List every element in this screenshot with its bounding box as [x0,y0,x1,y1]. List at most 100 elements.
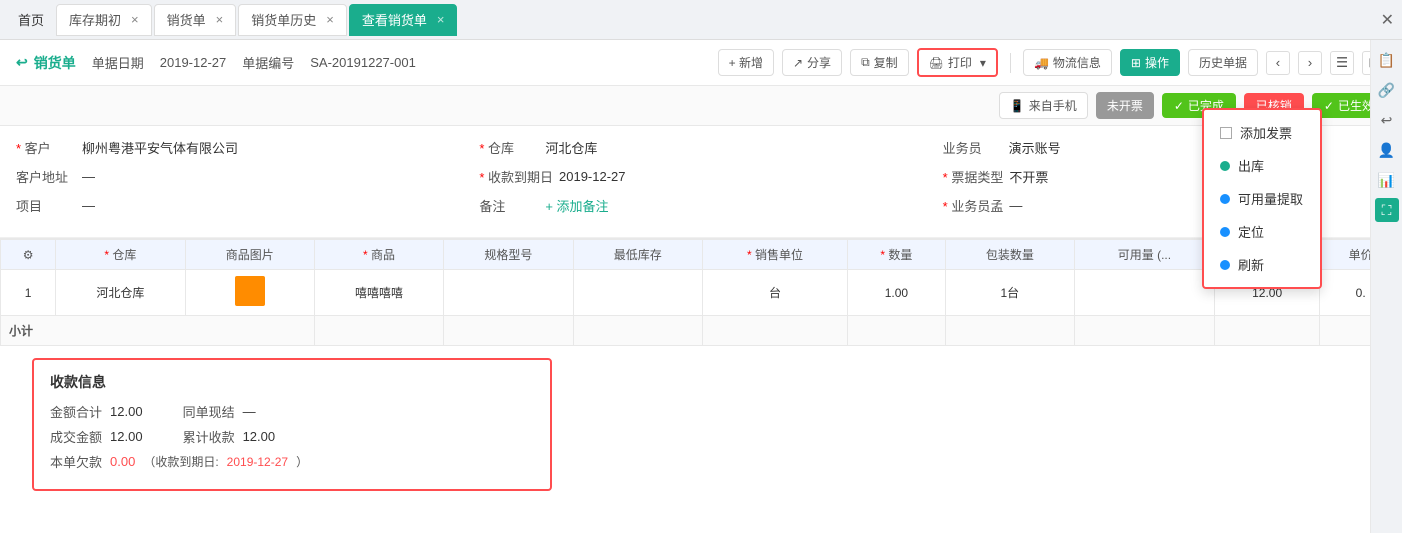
tab-home[interactable]: 首页 [8,4,54,35]
subtotal-label: 小计 [1,316,315,346]
mobile-icon: 📱 [1010,99,1025,113]
tab-bar: 首页 库存期初 × 销货单 × 销货单历史 × 查看销货单 × ✕ [0,0,1402,40]
dropdown-item-quantity[interactable]: 可用量提取 [1204,182,1320,215]
address-field: 客户地址 — [16,167,459,186]
nav-next[interactable]: › [1298,51,1322,75]
toolbar-row: 📱 来自手机 未开票 ✓ 已完成 已核销 ✓ 已生效 [0,86,1402,126]
subtotal-product [314,316,443,346]
table-row: 1 河北仓库 嘻嘻嘻嘻 台 1.00 1台 12.00 0. [1,270,1402,316]
tab-sales-history[interactable]: 销货单历史 × [238,4,347,36]
payment-row-2: 成交金额 12.00 累计收款 12.00 [50,427,534,446]
outbound-icon [1220,161,1230,171]
tab-view-sales[interactable]: 查看销货单 × [349,4,458,36]
table-header-row: ⚙ 仓库 商品图片 商品 规格型号 最低库存 销售单位 数量 包装数量 可用量 … [1,240,1402,270]
logistics-icon: 🚚 [1034,56,1049,70]
dropdown-item-add-invoice[interactable]: 添加发票 [1204,116,1320,149]
copy-label: 复制 [874,54,898,71]
sales-staff-label: 业务员孟 [943,196,1004,215]
project-field: 项目 — [16,196,459,215]
add-invoice-icon [1220,127,1232,139]
view-single[interactable]: ☰ [1330,51,1354,75]
share-button[interactable]: ↗ 分享 [782,49,842,76]
number-value: SA-20191227-001 [310,55,416,70]
effective-icon: ✓ [1324,99,1334,113]
dropdown-item-outbound[interactable]: 出库 [1204,149,1320,182]
copy-icon: ⧉ [861,55,870,70]
doc-header: ↩ 销货单 单据日期 2019-12-27 单据编号 SA-20191227-0… [0,40,1402,86]
sidebar-icon-user[interactable]: 👤 [1375,138,1399,162]
sidebar-icon-clipboard[interactable]: 📋 [1375,48,1399,72]
cumulative-label: 累计收款 [183,427,235,446]
logistics-button[interactable]: 🚚 物流信息 [1023,49,1112,76]
order-table: ⚙ 仓库 商品图片 商品 规格型号 最低库存 销售单位 数量 包装数量 可用量 … [0,239,1402,346]
date-label: 单据日期 [92,53,144,72]
payment-owed: 本单欠款 0.00 （收款到期日: 2019-12-27 ） [50,452,308,471]
outbound-label: 出库 [1238,156,1264,175]
tab-inventory-init[interactable]: 库存期初 × [56,4,152,36]
staff-label: 业务员 [943,138,1003,157]
ticket-value: 不开票 [1009,167,1048,186]
history-button[interactable]: 历史单据 [1188,49,1258,76]
deal-amount-label: 成交金额 [50,427,102,446]
payment-title: 收款信息 [50,372,534,392]
note-field: 备注 + 添加备注 [479,196,922,215]
due-date-label: 收款到期日 [479,167,553,186]
th-settings[interactable]: ⚙ [1,240,56,270]
cell-spec [444,270,573,316]
payment-same-settle: 同单现结 — [183,402,256,421]
close-icon[interactable]: × [326,12,334,27]
owed-suffix-end: ） [296,453,308,470]
print-button[interactable]: 🖨 打印 ▾ [917,48,998,77]
th-min-stock: 最低库存 [573,240,702,270]
print-label: 打印 [948,54,972,71]
print-icon: 🖨 [929,56,944,70]
dropdown-item-refresh[interactable]: 刷新 [1204,248,1320,281]
cell-pack-qty: 1台 [945,270,1074,316]
sales-staff-value: — [1009,198,1022,213]
dropdown-item-locate[interactable]: 定位 [1204,215,1320,248]
sidebar-icon-reply[interactable]: ↩ [1375,108,1399,132]
not-opened-button[interactable]: 未开票 [1096,92,1154,119]
total-amount-value: 12.00 [110,404,143,419]
doc-meta: 单据日期 2019-12-27 单据编号 SA-20191227-001 [92,53,416,72]
add-note-button[interactable]: + 添加备注 [545,196,608,215]
close-icon[interactable]: × [216,12,224,27]
tab-sales-order[interactable]: 销货单 × [154,4,237,36]
print-dropdown-arrow[interactable]: ▾ [980,56,986,70]
close-icon[interactable]: × [131,12,139,27]
owed-date: 2019-12-27 [227,455,288,469]
cell-row-num: 1 [1,270,56,316]
same-settle-label: 同单现结 [183,402,235,421]
th-pack-qty: 包装数量 [945,240,1074,270]
sidebar-icon-chart[interactable]: 📊 [1375,168,1399,192]
payment-cumulative: 累计收款 12.00 [183,427,276,446]
window-close-button[interactable]: ✕ [1381,10,1394,30]
new-button[interactable]: + 新增 [718,49,774,76]
payment-total-amount: 金额合计 12.00 [50,402,143,421]
from-mobile-button[interactable]: 📱 来自手机 [999,92,1088,119]
copy-button[interactable]: ⧉ 复制 [850,49,909,76]
nav-prev[interactable]: ‹ [1266,51,1290,75]
date-value: 2019-12-27 [160,55,227,70]
payment-deal-amount: 成交金额 12.00 [50,427,143,446]
main-content: ↩ 销货单 单据日期 2019-12-27 单据编号 SA-20191227-0… [0,40,1402,533]
customer-label: 客户 [16,138,76,157]
th-product: 商品 [314,240,443,270]
staff-value: 演示账号 [1009,138,1061,157]
owed-value: 0.00 [110,454,135,469]
warehouse-label: 仓库 [479,138,539,157]
close-icon[interactable]: × [437,12,445,27]
effective-label: 已生效 [1338,97,1374,114]
sidebar-icon-link[interactable]: 🔗 [1375,78,1399,102]
payment-row-1: 金额合计 12.00 同单现结 — [50,402,534,421]
operate-dropdown: 添加发票 出库 可用量提取 定位 刷新 [1202,108,1322,289]
ticket-label: 票据类型 [943,167,1004,186]
owed-label: 本单欠款 [50,452,102,471]
tab-label: 销货单历史 [251,10,316,29]
sidebar-icon-expand[interactable]: ⛶ [1375,198,1399,222]
operate-button[interactable]: ⊞ 操作 [1120,49,1180,76]
number-label: 单据编号 [242,53,294,72]
cell-qty: 1.00 [848,270,946,316]
customer-value: 柳州粤港平安气体有限公司 [82,138,238,157]
share-icon: ↗ [793,56,803,70]
